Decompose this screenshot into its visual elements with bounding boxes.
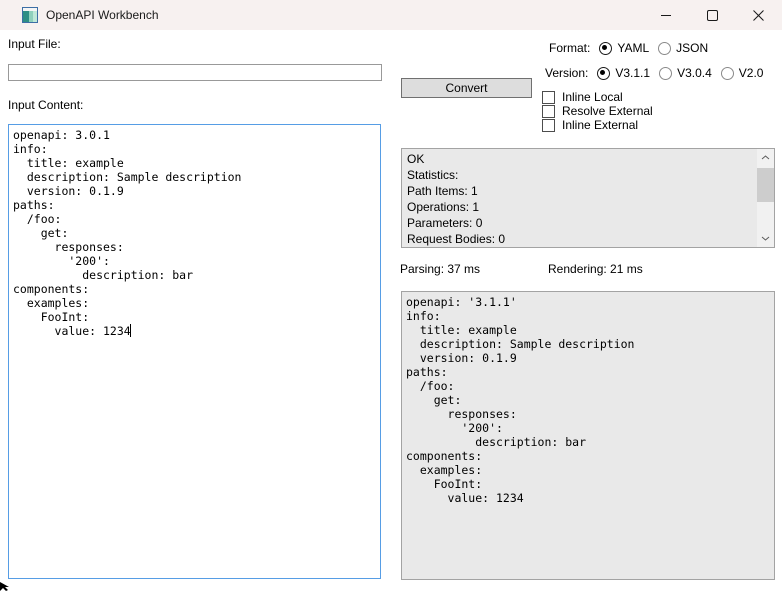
status-line: Path Items: 1 <box>407 183 754 199</box>
maximize-icon <box>707 10 718 21</box>
version-radio-v20[interactable] <box>721 67 734 80</box>
checkbox-inline-local[interactable]: Inline Local <box>542 90 623 104</box>
parsing-time: Parsing: 37 ms <box>400 262 480 276</box>
mouse-cursor-artifact <box>0 582 12 591</box>
format-radio-json[interactable] <box>658 42 671 55</box>
minimize-icon <box>661 15 671 16</box>
status-line: Statistics: <box>407 167 754 183</box>
version-radio-v311[interactable] <box>597 67 610 80</box>
scrollbar-thumb[interactable] <box>757 168 774 202</box>
format-group: Format: YAML JSON <box>549 41 708 55</box>
version-radio-v20-label[interactable]: V2.0 <box>739 66 764 80</box>
convert-button[interactable]: Convert <box>401 78 532 98</box>
version-radio-v304[interactable] <box>659 67 672 80</box>
output-content-view[interactable]: openapi: '3.1.1' info: title: example de… <box>401 291 775 580</box>
format-radio-yaml[interactable] <box>599 42 612 55</box>
input-content-editor[interactable]: openapi: 3.0.1 info: title: example desc… <box>8 124 381 579</box>
chevron-up-icon <box>761 155 770 160</box>
inline-external-label[interactable]: Inline External <box>562 118 638 132</box>
checkbox-resolve-external[interactable]: Resolve External <box>542 104 653 118</box>
input-content-label: Input Content: <box>8 98 83 113</box>
inline-external-checkbox[interactable] <box>542 119 555 132</box>
window-title: OpenAPI Workbench <box>46 8 159 22</box>
inline-local-checkbox[interactable] <box>542 91 555 104</box>
text-caret <box>130 324 131 337</box>
app-icon <box>22 7 38 23</box>
version-label: Version: <box>545 66 588 80</box>
resolve-external-checkbox[interactable] <box>542 105 555 118</box>
format-label: Format: <box>549 41 590 55</box>
format-radio-json-label[interactable]: JSON <box>676 41 708 55</box>
status-panel: OK Statistics: Path Items: 1 Operations:… <box>401 148 775 248</box>
minimize-button[interactable] <box>643 0 689 30</box>
inline-local-label[interactable]: Inline Local <box>562 90 623 104</box>
format-radio-yaml-label[interactable]: YAML <box>617 41 649 55</box>
status-scrollbar[interactable] <box>757 149 774 247</box>
resolve-external-label[interactable]: Resolve External <box>562 104 653 118</box>
input-file-label: Input File: <box>8 37 61 52</box>
status-line: OK <box>407 151 754 167</box>
titlebar: OpenAPI Workbench <box>0 0 782 30</box>
close-button[interactable] <box>735 0 781 30</box>
version-group: Version: V3.1.1 V3.0.4 V2.0 <box>545 66 763 80</box>
rendering-time: Rendering: 21 ms <box>548 262 643 276</box>
version-radio-v304-label[interactable]: V3.0.4 <box>677 66 712 80</box>
status-line: Parameters: 0 <box>407 215 754 231</box>
close-icon <box>753 10 764 21</box>
scroll-down-button[interactable] <box>757 230 774 247</box>
status-lines: OK Statistics: Path Items: 1 Operations:… <box>407 151 754 247</box>
status-line: Request Bodies: 0 <box>407 231 754 247</box>
chevron-down-icon <box>761 236 770 241</box>
checkbox-inline-external[interactable]: Inline External <box>542 118 638 132</box>
input-file-field[interactable] <box>8 64 382 81</box>
app-window: OpenAPI Workbench Input File: Input Cont… <box>0 0 782 591</box>
status-line: Operations: 1 <box>407 199 754 215</box>
scroll-up-button[interactable] <box>757 149 774 166</box>
maximize-button[interactable] <box>689 0 735 30</box>
version-radio-v311-label[interactable]: V3.1.1 <box>615 66 650 80</box>
